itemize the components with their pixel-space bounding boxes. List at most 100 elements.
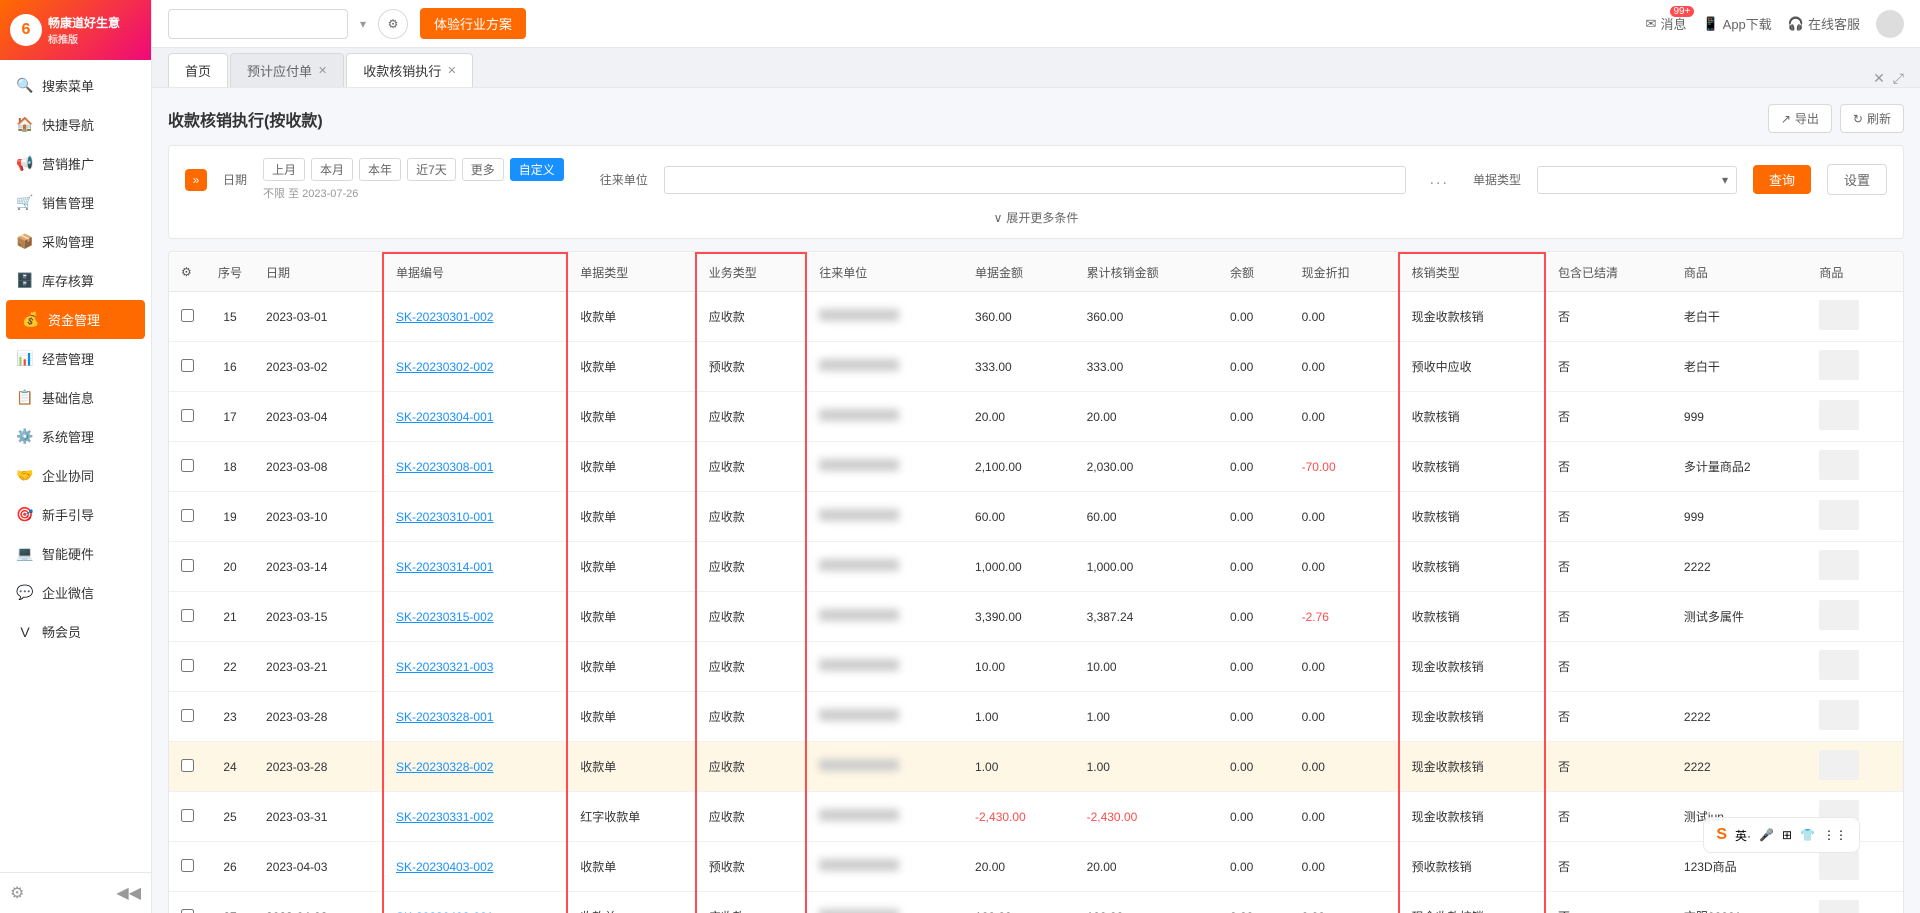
row-doc-type: 收款单 bbox=[567, 842, 695, 892]
user-avatar[interactable] bbox=[1876, 10, 1904, 38]
this-year-btn[interactable]: 本年 bbox=[359, 158, 401, 181]
row-checkbox[interactable] bbox=[169, 342, 206, 392]
row-checkbox[interactable] bbox=[169, 642, 206, 692]
row-cash-discount: 0.00 bbox=[1290, 642, 1399, 692]
row-checkbox[interactable] bbox=[169, 442, 206, 492]
row-checkbox[interactable] bbox=[169, 742, 206, 792]
tab-home[interactable]: 首页 bbox=[168, 53, 228, 87]
refresh-button[interactable]: ↻ 刷新 bbox=[1840, 104, 1904, 133]
sidebar-item-purchase[interactable]: 📦 采购管理 bbox=[0, 222, 151, 261]
settings-icon[interactable]: ⚙ bbox=[10, 883, 24, 903]
doc-no-link[interactable]: SK-20230328-001 bbox=[396, 710, 493, 724]
more-btn[interactable]: 更多 bbox=[462, 158, 504, 181]
row-checkbox[interactable] bbox=[169, 792, 206, 842]
sidebar-item-system[interactable]: ⚙️ 系统管理 bbox=[0, 417, 151, 456]
sidebar-item-finance[interactable]: 💰 资金管理 bbox=[6, 300, 145, 339]
row-balance: 0.00 bbox=[1218, 342, 1290, 392]
topbar-dropdown-arrow[interactable]: ▾ bbox=[360, 17, 366, 31]
sidebar-item-inventory[interactable]: 🗄️ 库存核算 bbox=[0, 261, 151, 300]
row-total-cancel: 1,000.00 bbox=[1075, 542, 1218, 592]
row-biz-type: 应收款 bbox=[696, 292, 807, 342]
headset-icon: 🎧 bbox=[1788, 16, 1804, 32]
doc-no-link[interactable]: SK-20230315-002 bbox=[396, 610, 493, 624]
row-include-settled: 否 bbox=[1545, 392, 1672, 442]
collapse-icon[interactable]: ◀◀ bbox=[116, 883, 141, 903]
doc-no-link[interactable]: SK-20230301-002 bbox=[396, 310, 493, 324]
sidebar-item-enterprise[interactable]: 🤝 企业协同 bbox=[0, 456, 151, 495]
row-biz-type: 应收款 bbox=[696, 542, 807, 592]
export-button[interactable]: ↗ 导出 bbox=[1768, 104, 1832, 133]
sidebar-item-marketing[interactable]: 📢 营销推广 bbox=[0, 144, 151, 183]
row-checkbox[interactable] bbox=[169, 892, 206, 913]
solution-button[interactable]: 体验行业方案 bbox=[420, 8, 526, 39]
tab-receipt-close[interactable]: ✕ bbox=[447, 64, 456, 77]
sidebar-item-basic[interactable]: 📋 基础信息 bbox=[0, 378, 151, 417]
row-date: 2023-03-10 bbox=[254, 492, 383, 542]
sidebar-item-member[interactable]: V 畅会员 bbox=[0, 612, 151, 651]
topbar-search-input[interactable] bbox=[168, 9, 348, 39]
row-amount: 1.00 bbox=[963, 692, 1075, 742]
tab-prepay[interactable]: 预计应付单 ✕ bbox=[230, 53, 344, 87]
filter-expand-arrow[interactable]: » bbox=[185, 169, 207, 191]
expand-more-btn[interactable]: ∨ 展开更多条件 bbox=[185, 209, 1887, 226]
row-amount: 360.00 bbox=[963, 292, 1075, 342]
row-amount: 20.00 bbox=[963, 392, 1075, 442]
partner-input[interactable] bbox=[664, 166, 1406, 194]
tab-home-label: 首页 bbox=[185, 61, 211, 80]
sidebar-item-shortcut[interactable]: 🏠 快捷导航 bbox=[0, 105, 151, 144]
doc-no-link[interactable]: SK-20230403-002 bbox=[396, 860, 493, 874]
table-scroll[interactable]: ⚙ 序号 日期 单据编号 单据类型 业务类型 往来单位 单据金额 累计核销金额 … bbox=[169, 252, 1903, 913]
table-row: 25 2023-03-31 SK-20230331-002 红字收款单 应收款 … bbox=[169, 792, 1903, 842]
sidebar-item-wechat[interactable]: 💬 企业微信 bbox=[0, 573, 151, 612]
sidebar: 6 畅康道好生意 标推版 🔍 搜索菜单 🏠 快捷导航 📢 营销推广 🛒 销售管理… bbox=[0, 0, 152, 913]
row-serial: 27 bbox=[206, 892, 254, 913]
doc-no-link[interactable]: SK-20230408-001 bbox=[396, 910, 493, 913]
query-button[interactable]: 查询 bbox=[1753, 165, 1811, 194]
tab-expand-icon[interactable]: ⤢ bbox=[1893, 70, 1904, 87]
row-product: 老白干 bbox=[1672, 342, 1807, 392]
th-serial: 序号 bbox=[206, 253, 254, 292]
row-include-settled: 否 bbox=[1545, 892, 1672, 913]
row-checkbox[interactable] bbox=[169, 292, 206, 342]
this-month-btn[interactable]: 本月 bbox=[311, 158, 353, 181]
doc-no-link[interactable]: SK-20230302-002 bbox=[396, 360, 493, 374]
th-gear[interactable]: ⚙ bbox=[169, 253, 206, 292]
last-7days-btn[interactable]: 近7天 bbox=[407, 158, 456, 181]
app-download-link[interactable]: 📱 App下载 bbox=[1702, 14, 1771, 33]
row-checkbox[interactable] bbox=[169, 692, 206, 742]
doc-type-select[interactable]: ▾ bbox=[1537, 166, 1737, 194]
sidebar-item-guide[interactable]: 🎯 新手引导 bbox=[0, 495, 151, 534]
th-date: 日期 bbox=[254, 253, 383, 292]
doc-no-link[interactable]: SK-20230314-001 bbox=[396, 560, 493, 574]
doc-no-link[interactable]: SK-20230310-001 bbox=[396, 510, 493, 524]
messages-badge[interactable]: ✉ 消息 99+ bbox=[1646, 14, 1687, 33]
page-header: 收款核销执行(按收款) ↗ 导出 ↻ 刷新 bbox=[168, 104, 1904, 133]
row-date: 2023-03-08 bbox=[254, 442, 383, 492]
sidebar-item-search[interactable]: 🔍 搜索菜单 bbox=[0, 66, 151, 105]
tab-receipt[interactable]: 收款核销执行 ✕ bbox=[346, 53, 473, 87]
doc-no-link[interactable]: SK-20230328-002 bbox=[396, 760, 493, 774]
tab-prepay-close[interactable]: ✕ bbox=[318, 64, 327, 77]
last-month-btn[interactable]: 上月 bbox=[263, 158, 305, 181]
settings-button[interactable]: 设置 bbox=[1827, 164, 1887, 195]
row-checkbox[interactable] bbox=[169, 392, 206, 442]
row-biz-type: 应收款 bbox=[696, 592, 807, 642]
watermark-text: 英· bbox=[1735, 827, 1751, 844]
sidebar-item-operation[interactable]: 📊 经营管理 bbox=[0, 339, 151, 378]
sidebar-item-sales[interactable]: 🛒 销售管理 bbox=[0, 183, 151, 222]
doc-no-link[interactable]: SK-20230331-002 bbox=[396, 810, 493, 824]
row-checkbox[interactable] bbox=[169, 842, 206, 892]
doc-no-link[interactable]: SK-20230321-003 bbox=[396, 660, 493, 674]
data-table: ⚙ 序号 日期 单据编号 单据类型 业务类型 往来单位 单据金额 累计核销金额 … bbox=[169, 252, 1903, 913]
topbar-gear-button[interactable]: ⚙ bbox=[378, 9, 408, 39]
sidebar-item-hardware[interactable]: 💻 智能硬件 bbox=[0, 534, 151, 573]
custom-btn[interactable]: 自定义 bbox=[510, 158, 564, 181]
row-checkbox[interactable] bbox=[169, 492, 206, 542]
doc-no-link[interactable]: SK-20230308-001 bbox=[396, 460, 493, 474]
tab-close-icon[interactable]: ✕ bbox=[1873, 70, 1885, 87]
row-balance: 0.00 bbox=[1218, 292, 1290, 342]
online-service-link[interactable]: 🎧 在线客服 bbox=[1788, 14, 1860, 33]
row-checkbox[interactable] bbox=[169, 542, 206, 592]
doc-no-link[interactable]: SK-20230304-001 bbox=[396, 410, 493, 424]
row-checkbox[interactable] bbox=[169, 592, 206, 642]
